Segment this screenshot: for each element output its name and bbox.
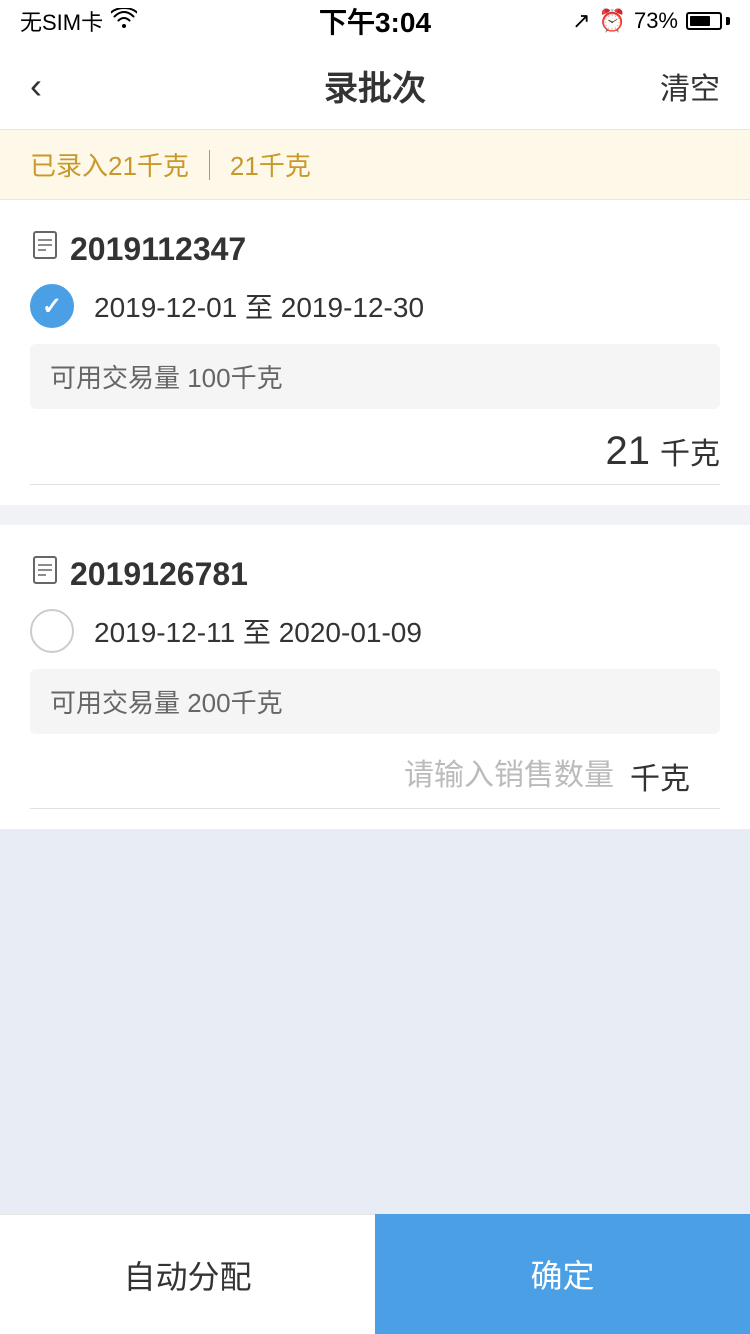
auto-distribute-button[interactable]: 自动分配	[0, 1214, 375, 1334]
batch-input-unit-2: 千克	[630, 754, 690, 798]
batch-card-2: 2019126781 2019-12-11 至 2020-01-09 可用交易量…	[0, 525, 750, 829]
info-divider	[209, 150, 210, 180]
batch-card-1: 2019112347 ✓ 2019-12-01 至 2019-12-30 可用交…	[0, 200, 750, 505]
info-value: 21千克	[230, 146, 311, 183]
status-left: 无SIM卡	[20, 5, 137, 37]
batch-amount-value-1: 21	[606, 429, 651, 474]
status-right: ↗ ⏰ 73%	[572, 8, 730, 34]
bottom-bar: 自动分配 确定	[0, 1214, 750, 1334]
batch-date-row-2: 2019-12-11 至 2020-01-09	[30, 609, 720, 653]
battery-percent: 73%	[634, 8, 678, 34]
batch-id-icon-1	[30, 230, 60, 268]
batch-header-2: 2019126781	[30, 555, 720, 593]
status-bar: 无SIM卡 下午3:04 ↗ ⏰ 73%	[0, 0, 750, 42]
confirm-button[interactable]: 确定	[375, 1214, 750, 1334]
batch-id-1: 2019112347	[70, 231, 246, 268]
alarm-icon: ⏰	[599, 8, 626, 34]
batch-available-1: 可用交易量 100千克	[30, 344, 720, 409]
batch-date-2: 2019-12-11 至 2020-01-09	[94, 611, 422, 651]
info-entered-label: 已录入21千克	[30, 146, 189, 183]
batch-available-2: 可用交易量 200千克	[30, 669, 720, 734]
wifi-icon	[111, 8, 137, 34]
batch-id-icon-2	[30, 555, 60, 593]
back-button[interactable]: ‹	[30, 65, 42, 107]
batch-amount-row-1: 21 千克	[30, 409, 720, 485]
batch-checkbox-1[interactable]: ✓	[30, 284, 74, 328]
location-icon: ↗	[572, 8, 590, 34]
batch-header-1: 2019112347	[30, 230, 720, 268]
clear-button[interactable]: 清空	[660, 64, 720, 108]
info-banner: 已录入21千克 21千克	[0, 130, 750, 200]
batch-date-1: 2019-12-01 至 2019-12-30	[94, 286, 424, 326]
batch-input-row-2: 千克	[30, 734, 720, 809]
batch-id-2: 2019126781	[70, 556, 248, 593]
batch-date-row-1: ✓ 2019-12-01 至 2019-12-30	[30, 284, 720, 328]
battery-icon	[686, 12, 730, 30]
nav-bar: ‹ 录批次 清空	[0, 42, 750, 130]
batch-amount-unit-1: 千克	[660, 429, 720, 473]
carrier-label: 无SIM卡	[20, 5, 103, 37]
page-title: 录批次	[324, 61, 426, 110]
section-divider-1	[0, 505, 750, 525]
batch-quantity-input-2[interactable]	[60, 759, 614, 793]
status-time: 下午3:04	[319, 1, 431, 41]
checkmark-1: ✓	[42, 292, 62, 321]
batch-checkbox-2[interactable]	[30, 609, 74, 653]
